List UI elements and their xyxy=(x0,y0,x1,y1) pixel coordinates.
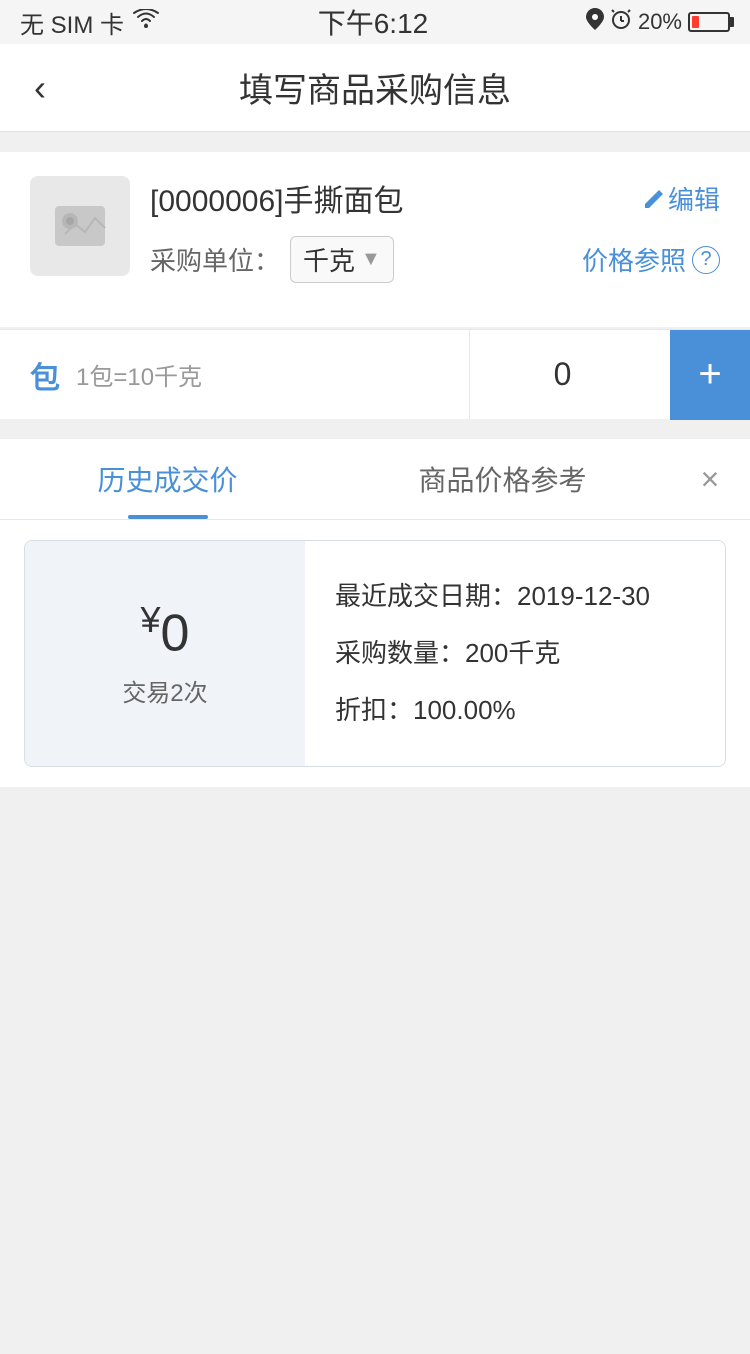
chevron-down-icon: ▼ xyxy=(361,248,381,271)
package-ratio-label: 1包=10千克 xyxy=(76,357,202,392)
quantity-input-area: + xyxy=(469,330,750,419)
tab-history-label: 历史成交价 xyxy=(97,459,237,499)
price-amount: ¥0 xyxy=(141,599,190,663)
quantity-input[interactable] xyxy=(470,330,670,420)
tab-history-price[interactable]: 历史成交价 xyxy=(0,439,335,519)
quantity-plus-button[interactable]: + xyxy=(670,330,750,420)
battery-icon xyxy=(688,12,730,32)
product-name-row: [0000006]手撕面包 编辑 xyxy=(150,176,720,220)
help-icon: ? xyxy=(692,246,720,274)
tab-price-reference[interactable]: 商品价格参考 xyxy=(335,439,670,519)
status-time: 下午6:12 xyxy=(318,2,429,42)
discount-value: 100.00% xyxy=(413,695,516,725)
price-card: ¥0 交易2次 最近成交日期：2019-12-30 采购数量：200千克 折扣：… xyxy=(24,540,726,767)
currency-symbol: ¥ xyxy=(141,599,161,640)
discount-row: 折扣：100.00% xyxy=(335,691,695,730)
product-info: [0000006]手撕面包 编辑 采购单位： 千克 ▼ xyxy=(150,176,720,283)
battery-percent: 20% xyxy=(638,9,682,35)
status-bar: 无 SIM 卡 下午6:12 xyxy=(0,0,750,44)
back-button[interactable]: ‹ xyxy=(24,57,56,119)
recent-date-row: 最近成交日期：2019-12-30 xyxy=(335,577,695,616)
status-left: 无 SIM 卡 xyxy=(20,5,160,40)
carrier-label: 无 SIM 卡 xyxy=(20,5,124,40)
price-reference-button[interactable]: 价格参照 ? xyxy=(582,241,720,278)
location-icon xyxy=(586,8,604,36)
product-thumbnail xyxy=(30,176,130,276)
recent-date-value: 2019-12-30 xyxy=(517,581,650,611)
discount-label: 折扣： xyxy=(335,695,413,725)
status-right: 20% xyxy=(586,8,730,36)
price-card-area: ¥0 交易2次 最近成交日期：2019-12-30 采购数量：200千克 折扣：… xyxy=(0,520,750,787)
page-title: 填写商品采购信息 xyxy=(239,63,511,112)
purchase-qty-row: 采购数量：200千克 xyxy=(335,634,695,673)
price-card-right: 最近成交日期：2019-12-30 采购数量：200千克 折扣：100.00% xyxy=(305,541,725,766)
purchase-unit-row: 采购单位： 千克 ▼ 价格参照 ? xyxy=(150,236,720,283)
product-name: [0000006]手撕面包 xyxy=(150,176,403,220)
product-header: [0000006]手撕面包 编辑 采购单位： 千克 ▼ xyxy=(30,176,720,283)
tab-reference-label: 商品价格参考 xyxy=(418,459,586,499)
quantity-section: 包 1包=10千克 + xyxy=(0,329,750,419)
main-content: [0000006]手撕面包 编辑 采购单位： 千克 ▼ xyxy=(0,152,750,1354)
price-ref-label: 价格参照 xyxy=(582,241,686,278)
tabs-close-button[interactable]: × xyxy=(670,439,750,519)
price-card-left: ¥0 交易2次 xyxy=(25,541,305,766)
package-icon: 包 xyxy=(30,353,60,397)
alarm-icon xyxy=(610,8,632,36)
purchase-qty-label: 采购数量： xyxy=(335,638,465,668)
nav-bar: ‹ 填写商品采购信息 xyxy=(0,44,750,132)
product-section: [0000006]手撕面包 编辑 采购单位： 千克 ▼ xyxy=(0,152,750,327)
unit-select[interactable]: 千克 ▼ xyxy=(290,236,394,283)
edit-button[interactable]: 编辑 xyxy=(642,180,720,217)
wifi-icon xyxy=(132,8,160,36)
purchase-unit-label: 采购单位： xyxy=(150,241,280,278)
unit-value: 千克 xyxy=(303,241,355,278)
purchase-qty-value: 200千克 xyxy=(465,638,560,668)
tabs-section: 历史成交价 商品价格参考 × ¥0 交易2次 最近成交日期：2019-12-30 xyxy=(0,439,750,787)
quantity-label-area: 包 1包=10千克 xyxy=(0,353,232,397)
trade-count: 交易2次 xyxy=(122,673,207,708)
edit-label: 编辑 xyxy=(668,180,720,217)
tabs-header: 历史成交价 商品价格参考 × xyxy=(0,439,750,520)
recent-date-label: 最近成交日期： xyxy=(335,581,517,611)
